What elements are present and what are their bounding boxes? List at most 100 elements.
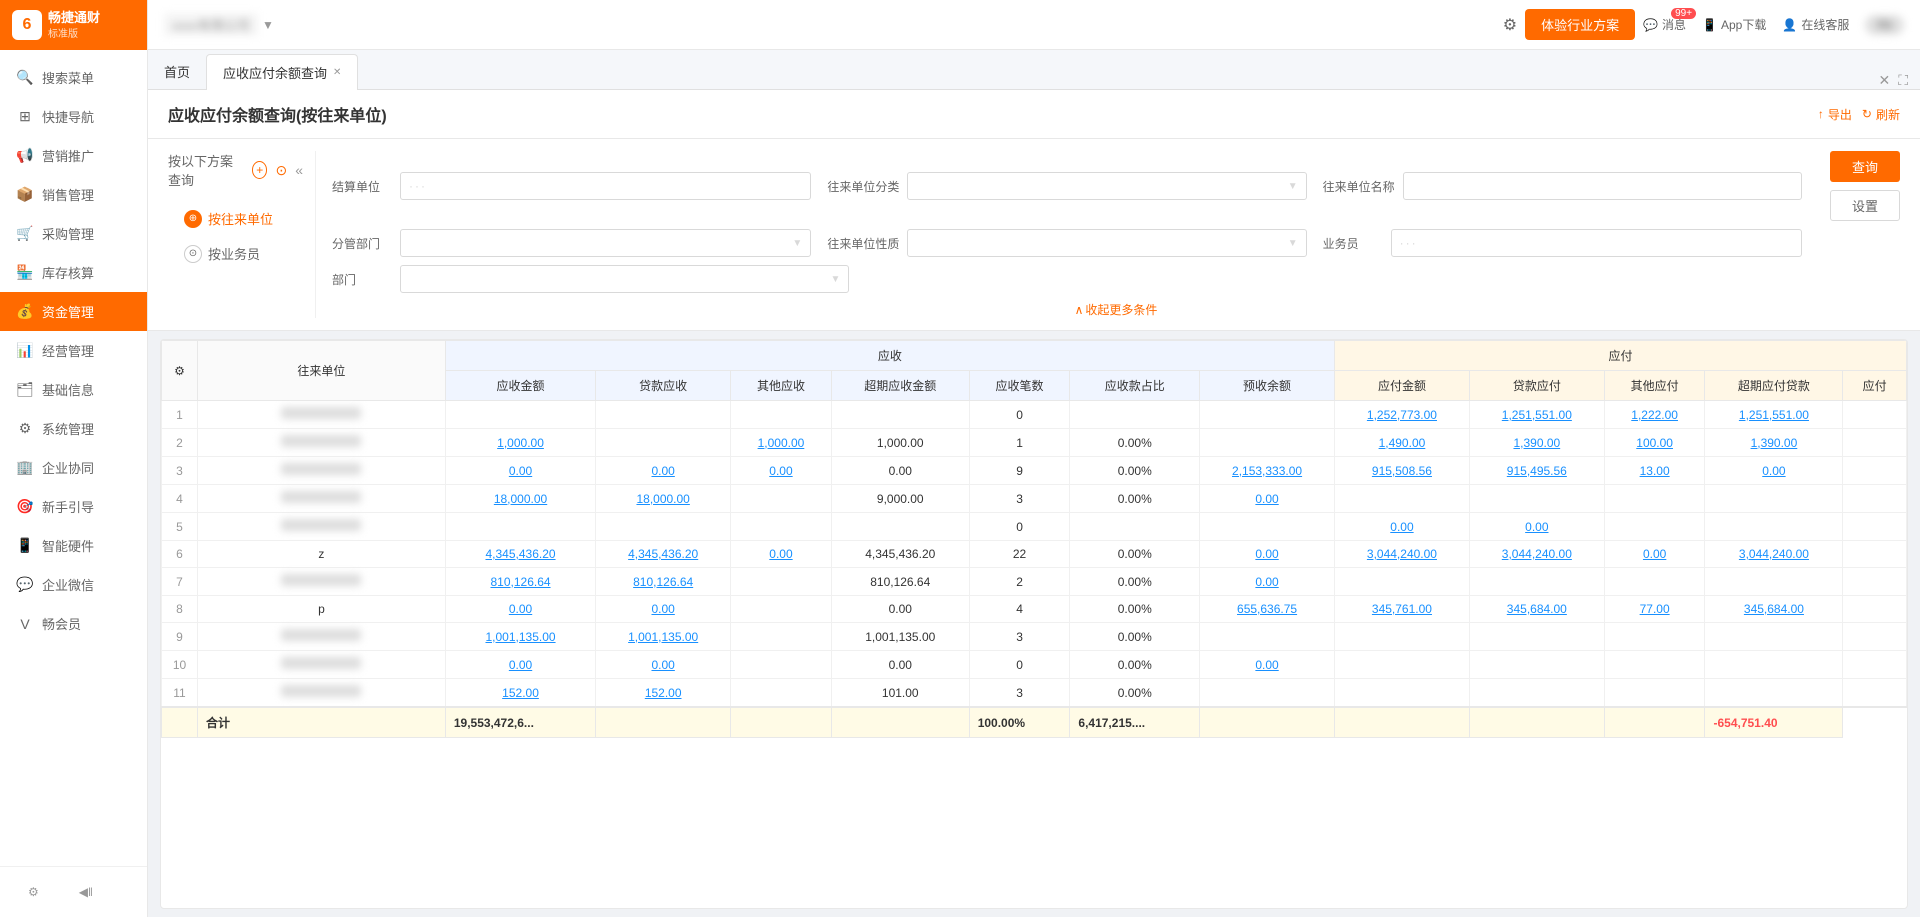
sidebar-item-operation[interactable]: 📊 经营管理 [0, 331, 147, 370]
overdue-payable-cell[interactable]: 345,684.00 [1705, 596, 1843, 623]
sidebar-item-member[interactable]: V 畅会员 [0, 604, 147, 643]
receivable-amount-cell[interactable]: 0.00 [445, 457, 595, 485]
other-payable-cell[interactable]: 100.00 [1604, 429, 1705, 457]
filter-target-icon[interactable]: ⊙ [275, 162, 287, 179]
advance-balance-cell[interactable]: 0.00 [1200, 651, 1335, 679]
loan-receivable-cell[interactable]: 0.00 [596, 596, 731, 623]
loan-payable-cell[interactable]: 915,495.56 [1469, 457, 1604, 485]
tab-close-icon[interactable]: ✕ [333, 67, 341, 78]
other-receivable-cell[interactable]: 1,000.00 [731, 429, 832, 457]
nav-by-salesman[interactable]: ⊙ 按业务员 [168, 236, 303, 271]
other-payable-cell[interactable]: 77.00 [1604, 596, 1705, 623]
sidebar-item-quick-nav[interactable]: ⊞ 快捷导航 [0, 97, 147, 136]
topbar-settings-icon[interactable]: ⚙ [1503, 15, 1517, 35]
row-num: 6 [162, 541, 198, 568]
sidebar-settings-btn[interactable]: ⚙ [12, 877, 55, 907]
loan-receivable-cell[interactable]: 0.00 [596, 651, 731, 679]
nav-by-partner[interactable]: ⊕ 按往来单位 [168, 201, 303, 236]
payable-amount-cell[interactable]: 0.00 [1335, 513, 1470, 541]
payable-amount-cell[interactable]: 345,761.00 [1335, 596, 1470, 623]
dept-input[interactable]: ▼ [400, 265, 849, 293]
filter-collapse-left-icon[interactable]: « [295, 162, 303, 178]
col-settings[interactable]: ⚙ [162, 341, 198, 401]
table-container[interactable]: ⚙ 往来单位 应收 应付 应收金额 贷款应收 其他应收 超期应收金额 应收笔数 [160, 339, 1908, 909]
advance-balance-cell[interactable]: 0.00 [1200, 485, 1335, 513]
settings-filter-btn[interactable]: 设置 [1830, 190, 1900, 221]
other-payable-cell[interactable]: 0.00 [1604, 541, 1705, 568]
loan-payable-cell[interactable]: 345,684.00 [1469, 596, 1604, 623]
sidebar-item-sales[interactable]: 📦 销售管理 [0, 175, 147, 214]
loan-payable-cell[interactable]: 3,044,240.00 [1469, 541, 1604, 568]
tab-balance-query[interactable]: 应收应付余额查询 ✕ [206, 54, 358, 90]
partner-category-input[interactable]: ▼ [907, 172, 1306, 200]
loan-payable-cell[interactable]: 1,251,551.00 [1469, 401, 1604, 429]
receivable-amount-cell[interactable]: 152.00 [445, 679, 595, 708]
overdue-payable-cell[interactable]: 1,390.00 [1705, 429, 1843, 457]
settlement-unit-input[interactable]: ··· [400, 172, 811, 200]
sidebar-item-finance[interactable]: 💰 资金管理 [0, 292, 147, 331]
sidebar-item-inventory[interactable]: 🏪 库存核算 [0, 253, 147, 292]
export-btn[interactable]: ↑ 导出 [1818, 106, 1852, 123]
other-receivable-cell[interactable]: 0.00 [731, 541, 832, 568]
tab-bar-expand-icon[interactable]: ⛶ [1898, 72, 1908, 89]
notification-btn[interactable]: 💬 消息 99+ [1643, 16, 1686, 33]
receivable-amount-cell[interactable]: 0.00 [445, 651, 595, 679]
salesman-input[interactable]: ··· [1391, 229, 1802, 257]
receivable-amount-cell[interactable]: 810,126.64 [445, 568, 595, 596]
loan-payable-cell[interactable]: 0.00 [1469, 513, 1604, 541]
receivable-amount-cell[interactable]: 1,000.00 [445, 429, 595, 457]
sidebar-item-system[interactable]: ⚙ 系统管理 [0, 409, 147, 448]
loan-payable-cell[interactable]: 1,390.00 [1469, 429, 1604, 457]
payable-amount-cell[interactable]: 1,252,773.00 [1335, 401, 1470, 429]
overdue-payable-cell[interactable]: 3,044,240.00 [1705, 541, 1843, 568]
receivable-amount-cell[interactable]: 1,001,135.00 [445, 623, 595, 651]
table-settings-icon[interactable]: ⚙ [174, 364, 185, 378]
user-avatar[interactable]: Rit [1865, 15, 1904, 35]
refresh-btn[interactable]: ↻ 刷新 [1862, 106, 1900, 123]
partner-name-input[interactable] [1403, 172, 1802, 200]
sidebar-item-basic[interactable]: 🗂 基础信息 [0, 370, 147, 409]
sidebar-item-enterprise[interactable]: 🏢 企业协同 [0, 448, 147, 487]
online-service-btn[interactable]: 👤 在线客服 [1782, 16, 1849, 33]
dept-manager-input[interactable]: ▼ [400, 229, 811, 257]
overdue-payable-cell[interactable]: 0.00 [1705, 457, 1843, 485]
footer-advance-balance[interactable]: 6,417,215.... [1070, 707, 1200, 738]
sidebar-item-marketing[interactable]: 📢 营销推广 [0, 136, 147, 175]
receivable-amount-cell[interactable]: 4,345,436.20 [445, 541, 595, 568]
sidebar-item-purchase[interactable]: 🛒 采购管理 [0, 214, 147, 253]
app-download-btn[interactable]: 📱 App下载 [1702, 16, 1766, 33]
filter-collapse-btn[interactable]: ∧ 收起更多条件 [332, 301, 1900, 318]
loan-receivable-cell[interactable]: 152.00 [596, 679, 731, 708]
loan-receivable-cell[interactable]: 0.00 [596, 457, 731, 485]
payable-amount-cell[interactable]: 1,490.00 [1335, 429, 1470, 457]
receivable-amount-cell[interactable]: 18,000.00 [445, 485, 595, 513]
tab-bar-close-icon[interactable]: ✕ [1878, 72, 1890, 89]
sidebar-item-wechat[interactable]: 💬 企业微信 [0, 565, 147, 604]
breadcrumb-dropdown-icon[interactable]: ▼ [262, 18, 274, 32]
payable-amount-cell[interactable]: 3,044,240.00 [1335, 541, 1470, 568]
other-receivable-cell[interactable]: 0.00 [731, 457, 832, 485]
tab-home[interactable]: 首页 [148, 53, 206, 89]
sidebar-item-smart[interactable]: 📱 智能硬件 [0, 526, 147, 565]
loan-receivable-cell[interactable]: 18,000.00 [596, 485, 731, 513]
sidebar-item-guide[interactable]: 🎯 新手引导 [0, 487, 147, 526]
receivable-amount-cell[interactable]: 0.00 [445, 596, 595, 623]
payable-amount-cell[interactable]: 915,508.56 [1335, 457, 1470, 485]
loan-receivable-cell[interactable]: 1,001,135.00 [596, 623, 731, 651]
filter-add-btn[interactable]: + [252, 161, 267, 179]
partner-nature-input[interactable]: ▼ [907, 229, 1306, 257]
advance-balance-cell[interactable]: 655,636.75 [1200, 596, 1335, 623]
advance-balance-cell[interactable]: 0.00 [1200, 541, 1335, 568]
sidebar-collapse-btn[interactable]: ◀‖ [63, 877, 109, 907]
loan-receivable-cell[interactable]: 4,345,436.20 [596, 541, 731, 568]
promo-btn[interactable]: 体验行业方案 [1525, 9, 1635, 40]
advance-balance-cell[interactable]: 0.00 [1200, 568, 1335, 596]
other-payable-cell[interactable]: 13.00 [1604, 457, 1705, 485]
query-btn[interactable]: 查询 [1830, 151, 1900, 182]
overdue-payable-cell[interactable]: 1,251,551.00 [1705, 401, 1843, 429]
footer-receivable-total[interactable]: 19,553,472,6... [445, 707, 595, 738]
loan-receivable-cell[interactable]: 810,126.64 [596, 568, 731, 596]
sidebar-item-search-menu[interactable]: 🔍 搜索菜单 [0, 58, 147, 97]
advance-balance-cell[interactable]: 2,153,333.00 [1200, 457, 1335, 485]
other-payable-cell[interactable]: 1,222.00 [1604, 401, 1705, 429]
